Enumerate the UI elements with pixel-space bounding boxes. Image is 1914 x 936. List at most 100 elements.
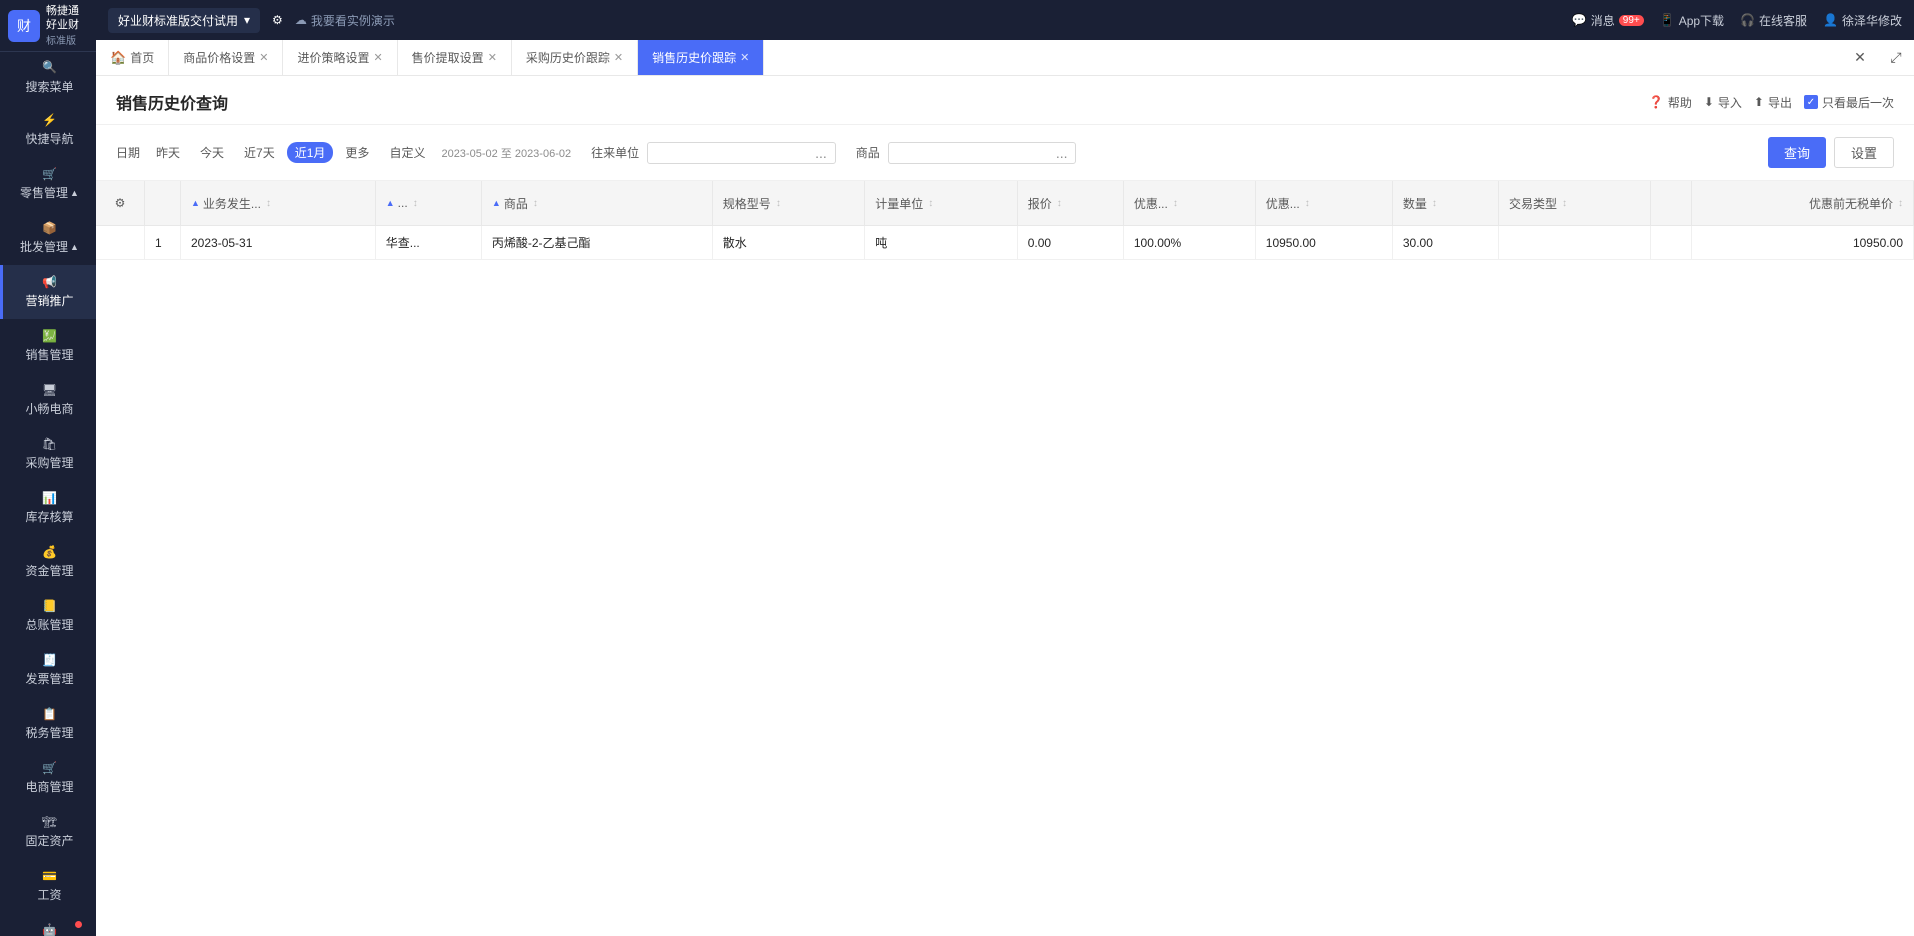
col-gear: ⚙	[96, 181, 145, 226]
col-discount1[interactable]: 优惠... ↕	[1123, 181, 1255, 226]
tab-purchase-strategy[interactable]: 进价策略设置 ✕	[283, 40, 397, 76]
tabbar: 🏠 首页 商品价格设置 ✕ 进价策略设置 ✕ 售价提取设置 ✕ 采购历史价跟踪 …	[96, 40, 1914, 76]
date-btn-7days[interactable]: 近7天	[236, 142, 283, 163]
demo-icon: ☁	[295, 13, 307, 27]
tab-sale-extract[interactable]: 售价提取设置 ✕	[398, 40, 512, 76]
date-btn-1month[interactable]: 近1月	[287, 142, 334, 163]
close-window-button[interactable]: ✕	[1842, 40, 1878, 76]
download-icon: 📱	[1660, 13, 1675, 27]
col-biz-date[interactable]: ▲ 业务发生... ↕	[181, 181, 376, 226]
product-input[interactable]	[897, 146, 1052, 160]
help-button[interactable]: ❓ 帮助	[1649, 94, 1692, 111]
col-spec[interactable]: 规格型号 ↕	[712, 181, 864, 226]
sales-icon: 💹	[42, 329, 57, 343]
sidebar-item-finance[interactable]: 💰 资金管理	[0, 535, 96, 589]
sidebar-item-ecommerce[interactable]: 🛒 电商管理	[0, 751, 96, 805]
row-trade-type-cell	[1499, 226, 1651, 260]
sidebar-item-wholesale[interactable]: 📦 批发管理 ▲	[0, 211, 96, 265]
settings-button[interactable]: 设置	[1834, 137, 1894, 168]
sidebar-item-ledger[interactable]: 📒 总账管理	[0, 589, 96, 643]
only-last-checkbox[interactable]: ✓	[1804, 95, 1818, 109]
tab-product-price[interactable]: 商品价格设置 ✕	[169, 40, 283, 76]
logo-text: 畅捷通好业财	[46, 4, 88, 33]
col-quantity[interactable]: 数量 ↕	[1392, 181, 1498, 226]
col-price[interactable]: 报价 ↕	[1017, 181, 1123, 226]
col-product[interactable]: ▲ 商品 ↕	[481, 181, 712, 226]
page-header: 销售历史价查询 ❓ 帮助 ⬇ 导入 ⬆ 导出 ✓ 只看最后一次	[96, 76, 1914, 125]
table-gear-btn[interactable]: ⚙	[106, 189, 134, 217]
tab-sale-history[interactable]: 销售历史价跟踪 ✕	[638, 40, 764, 76]
import-button[interactable]: ⬇ 导入	[1704, 94, 1742, 111]
sort-icon-product: ↕	[533, 198, 538, 209]
tab-selector[interactable]: 好业财标准版交付试用 ▾	[108, 8, 260, 33]
sidebar-item-ecommerce-small[interactable]: 🖥 小畅电商	[0, 373, 96, 427]
source-unit-input[interactable]	[656, 146, 811, 160]
tab-close-product-price[interactable]: ✕	[259, 51, 268, 64]
row-spacer-cell	[1651, 226, 1692, 260]
sort-icon-quantity: ↕	[1432, 198, 1437, 209]
row-unit-cell: 吨	[865, 226, 1017, 260]
only-last-checkbox-label[interactable]: ✓ 只看最后一次	[1804, 94, 1894, 111]
source-unit-input-wrap: ...	[647, 142, 836, 164]
sort-icon-discount1: ↕	[1173, 198, 1178, 209]
tax-icon: 📋	[42, 707, 57, 721]
col-discount2[interactable]: 优惠... ↕	[1255, 181, 1392, 226]
settings-gear-button[interactable]: ⚙	[272, 13, 283, 27]
date-btn-yesterday[interactable]: 昨天	[148, 142, 188, 163]
demo-link[interactable]: ☁ 我要看实例演示	[295, 12, 395, 29]
tab-close-sale-extract[interactable]: ✕	[488, 51, 497, 64]
sidebar-item-sales[interactable]: 💹 销售管理	[0, 319, 96, 373]
product-label: 商品	[856, 144, 880, 161]
col-pretax-price[interactable]: 优惠前无税单价 ↕	[1691, 181, 1913, 226]
date-btn-today[interactable]: 今天	[192, 142, 232, 163]
headset-icon: 🎧	[1740, 13, 1755, 27]
sidebar-item-tax[interactable]: 📋 税务管理	[0, 697, 96, 751]
row-discount1-cell: 100.00%	[1123, 226, 1255, 260]
ecommerce-small-icon: 🖥	[42, 383, 57, 397]
sidebar-item-inventory[interactable]: 📊 库存核算	[0, 481, 96, 535]
sidebar-item-invoice[interactable]: 🧾 发票管理	[0, 643, 96, 697]
source-unit-dots[interactable]: ...	[815, 145, 827, 161]
invoice-icon: 🧾	[42, 653, 57, 667]
chevron-down-icon: ▾	[244, 13, 250, 27]
online-service-button[interactable]: 🎧 在线客服	[1740, 12, 1807, 29]
row-gear-cell	[96, 226, 145, 260]
sidebar-item-salary[interactable]: 💳 工资	[0, 859, 96, 913]
row-discount2-cell: 10950.00	[1255, 226, 1392, 260]
app-download-button[interactable]: 📱 App下载	[1660, 12, 1724, 29]
tab-close-purchase-history[interactable]: ✕	[614, 51, 623, 64]
query-button[interactable]: 查询	[1768, 137, 1826, 168]
search-menu[interactable]: 🔍 搜索菜单	[0, 52, 96, 103]
topbar-right: 💬 消息 99+ 📱 App下载 🎧 在线客服 👤 徐泽华修改	[1572, 12, 1902, 29]
col-more[interactable]: ▲ ... ↕	[375, 181, 481, 226]
sidebar-item-fixed-assets[interactable]: 🏗 固定资产	[0, 805, 96, 859]
sidebar-item-retail[interactable]: 🛒 零售管理 ▲	[0, 157, 96, 211]
export-icon: ⬆	[1754, 95, 1764, 109]
product-dots[interactable]: ...	[1056, 145, 1068, 161]
message-icon: 💬	[1572, 13, 1587, 27]
purchase-icon: 🛍	[42, 437, 57, 451]
tab-purchase-history[interactable]: 采购历史价跟踪 ✕	[512, 40, 638, 76]
user-avatar-icon: 👤	[1823, 13, 1838, 27]
quick-nav[interactable]: ⚡ 快捷导航	[0, 103, 96, 157]
tab-close-sale-history[interactable]: ✕	[740, 51, 749, 64]
date-btn-more[interactable]: 更多	[337, 142, 377, 163]
sort-icon-more: ↕	[413, 198, 418, 209]
sidebar-item-marketing[interactable]: 📢 营销推广	[0, 265, 96, 319]
row-price-cell: 0.00	[1017, 226, 1123, 260]
col-index	[145, 181, 181, 226]
user-menu[interactable]: 👤 徐泽华修改	[1823, 12, 1902, 29]
sidebar-item-purchase[interactable]: 🛍 采购管理	[0, 427, 96, 481]
maximize-window-button[interactable]: ⤢	[1878, 40, 1914, 76]
tab-home[interactable]: 🏠 首页	[96, 40, 169, 76]
export-button[interactable]: ⬆ 导出	[1754, 94, 1792, 111]
date-btn-custom[interactable]: 自定义	[381, 142, 433, 163]
messages-button[interactable]: 💬 消息 99+	[1572, 12, 1644, 29]
sidebar-item-smart[interactable]: 🤖 智能管理	[0, 913, 96, 936]
product-filter-group: 商品 ...	[856, 142, 1077, 164]
col-trade-type[interactable]: 交易类型 ↕	[1499, 181, 1651, 226]
col-unit[interactable]: 计量单位 ↕	[865, 181, 1017, 226]
tab-close-purchase-strategy[interactable]: ✕	[373, 51, 382, 64]
sort-icon-pretax: ↕	[1898, 198, 1903, 209]
sidebar: 财 畅捷通好业财 标准版 🔍 搜索菜单 ⚡ 快捷导航 🛒 零售管理 ▲ 📦 批发…	[0, 0, 96, 936]
